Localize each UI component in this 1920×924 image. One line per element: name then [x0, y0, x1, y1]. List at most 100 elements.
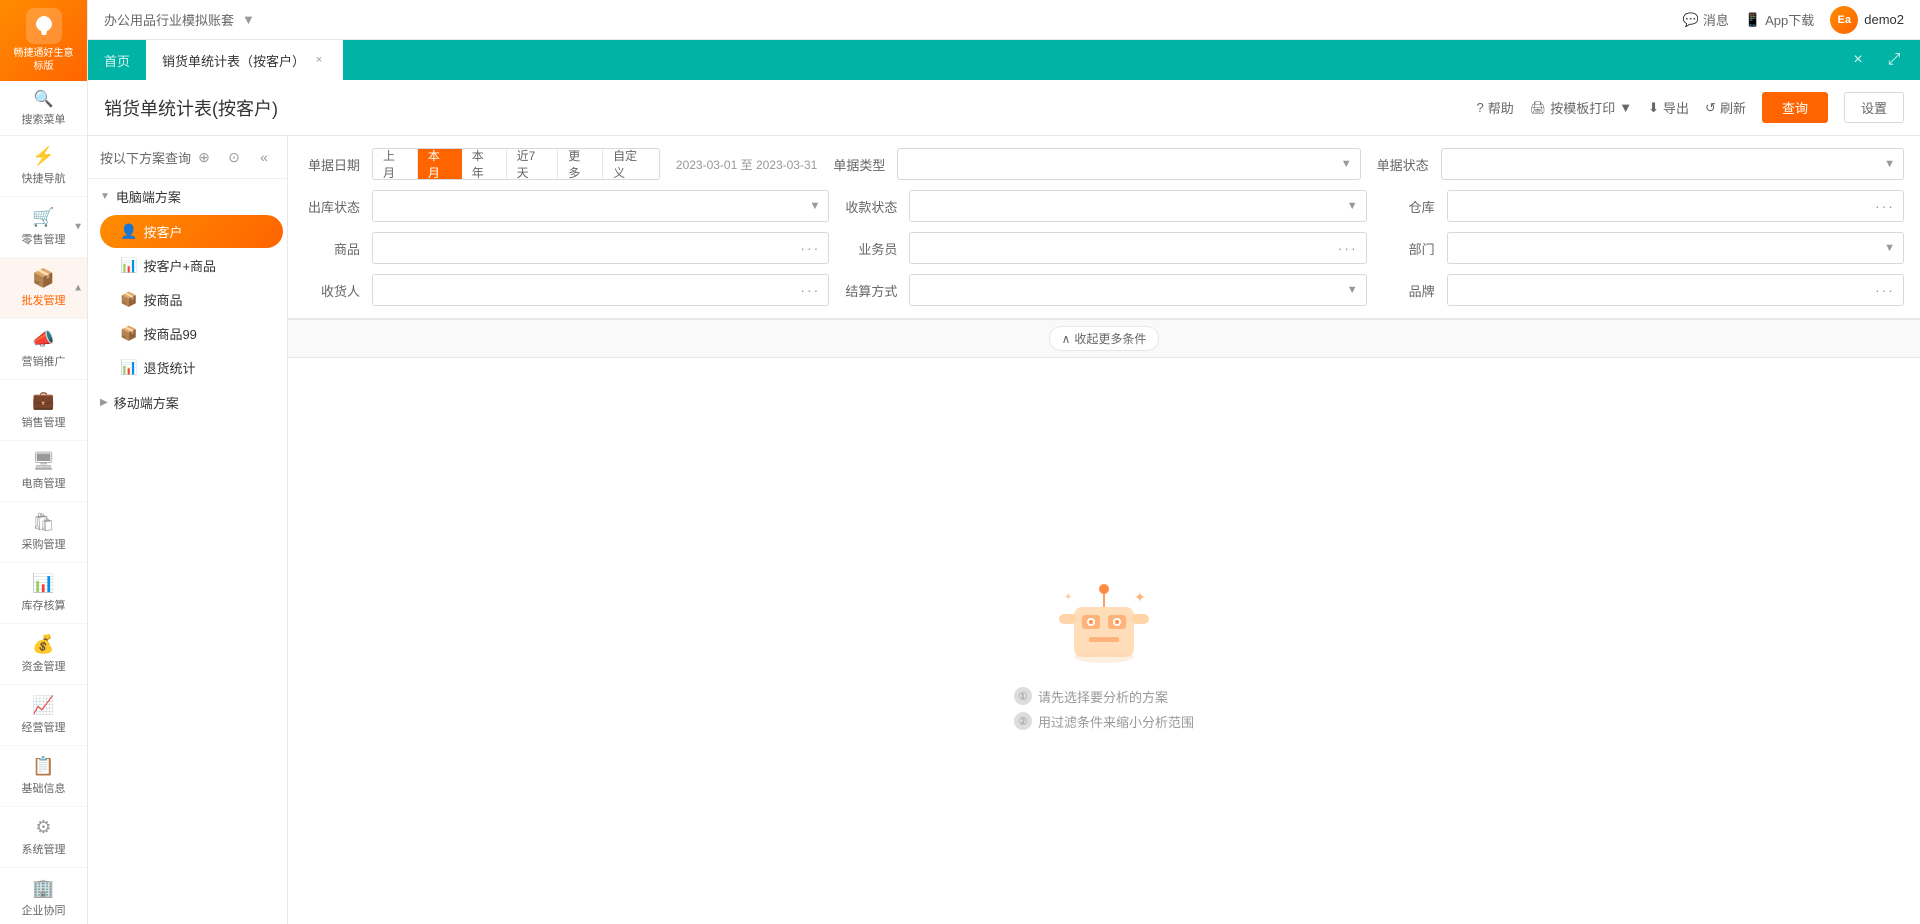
sales-icon: 💼 [32, 390, 54, 411]
date-label: 单据日期 [304, 155, 360, 174]
help-btn[interactable]: ? 帮助 [1476, 98, 1513, 117]
date-thisyear[interactable]: 本年 [462, 149, 507, 179]
messages-btn[interactable]: 💬 消息 [1683, 10, 1729, 29]
logo-text: 畅捷通好生意 [14, 47, 74, 60]
desktop-group-header[interactable]: ▼ 电脑端方案 [88, 179, 287, 214]
export-label: 导出 [1663, 98, 1689, 117]
goods-dots: ··· [800, 240, 820, 256]
print-icon: 🖨 [1530, 100, 1547, 116]
sidebar-item-base[interactable]: 📋 基础信息 [0, 746, 87, 807]
date-filter[interactable]: 上月 本月 本年 近7天 更多 自定义 [372, 148, 660, 180]
receiver-control[interactable]: ··· [372, 274, 829, 306]
goods99-icon: 📦 [120, 325, 137, 342]
sidebar-item-retail[interactable]: 🛒 零售管理 ▼ [0, 197, 87, 258]
setting-btn[interactable]: 设置 [1844, 92, 1904, 123]
panel-collapse-icon: « [260, 149, 268, 165]
order-type-control[interactable]: ▼ [897, 148, 1360, 180]
retail-arrow: ▼ [73, 222, 83, 233]
right-content: 单据日期 上月 本月 本年 近7天 更多 自定义 2023-03-01 至 20… [288, 136, 1920, 924]
help-icon: ? [1476, 100, 1483, 115]
svg-text:✦: ✦ [1134, 589, 1146, 605]
base-icon: 📋 [32, 756, 54, 777]
order-type-label: 单据类型 [829, 155, 885, 174]
print-arrow: ▼ [1619, 100, 1632, 115]
sidebar-item-quicknav[interactable]: ⚡ 快捷导航 [0, 136, 87, 197]
date-custom[interactable]: 自定义 [603, 149, 659, 179]
sidebar-item-ecommerce[interactable]: 🖥 电商管理 [0, 441, 87, 502]
tree-item-goods[interactable]: 📦 按商品 [100, 283, 283, 316]
page-header: 销货单统计表(按客户) ? 帮助 🖨 按模板打印 ▼ ⬇ 导出 [88, 80, 1920, 136]
tab-expand-btn[interactable]: ⤢ [1880, 46, 1908, 74]
brand-control[interactable]: ··· [1447, 274, 1904, 306]
user-area[interactable]: Ea demo2 [1830, 6, 1904, 34]
tab-bar: 首页 销货单统计表（按客户） × × ⤢ [88, 40, 1920, 80]
tree-item-returns[interactable]: 📊 退货统计 [100, 351, 283, 384]
settlement-control[interactable]: ▼ [909, 274, 1366, 306]
goods99-label: 按商品99 [143, 324, 196, 343]
goods-filter-label: 商品 [304, 239, 360, 258]
stock-dropdown-arrow: ▼ [809, 200, 820, 212]
returns-icon: 📊 [120, 359, 137, 376]
sidebar-item-management[interactable]: 📈 经营管理 [0, 685, 87, 746]
refresh-label: 刷新 [1720, 98, 1746, 117]
print-btn[interactable]: 🖨 按模板打印 ▼ [1530, 98, 1632, 117]
sidebar-item-enterprise[interactable]: 🏢 企业协同 [0, 868, 87, 924]
collapse-row[interactable]: ∧ 收起更多条件 [288, 319, 1920, 358]
department-label: 部门 [1379, 239, 1435, 258]
header-right: 💬 消息 📱 App下载 Ea demo2 [1683, 6, 1904, 34]
collapse-btn[interactable]: ∧ 收起更多条件 [1049, 326, 1160, 351]
tab-close-all-btn[interactable]: × [1844, 46, 1872, 74]
sidebar-item-wholesale[interactable]: 📦 批发管理 ▲ [0, 258, 87, 319]
home-tab-label: 首页 [104, 51, 130, 70]
tip-text-2: 用过滤条件来缩小分析范围 [1038, 712, 1194, 731]
customer-goods-label: 按客户+商品 [143, 256, 216, 275]
sidebar-item-marketing[interactable]: 📣 营销推广 [0, 319, 87, 380]
mobile-group-header[interactable]: ▶ 移动端方案 [88, 385, 287, 420]
department-control[interactable]: ▼ [1447, 232, 1904, 264]
sidebar-item-sales[interactable]: 💼 销售管理 [0, 380, 87, 441]
collapse-chevron: ∧ [1062, 332, 1071, 346]
system-icon: ⚙ [35, 817, 51, 838]
date-more[interactable]: 更多 [558, 149, 603, 179]
tab-active[interactable]: 销货单统计表（按客户） × [146, 40, 343, 80]
warehouse-control[interactable]: ··· [1447, 190, 1904, 222]
export-btn[interactable]: ⬇ 导出 [1648, 98, 1689, 117]
filter-area: 单据日期 上月 本月 本年 近7天 更多 自定义 2023-03-01 至 20… [288, 136, 1920, 319]
sidebar-item-system[interactable]: ⚙ 系统管理 [0, 807, 87, 868]
date-lastmonth[interactable]: 上月 [373, 149, 418, 179]
sidebar-item-finance[interactable]: 💰 资金管理 [0, 624, 87, 685]
sidebar-item-inventory[interactable]: 📊 库存核算 [0, 563, 87, 624]
payment-status-control[interactable]: ▼ [909, 190, 1366, 222]
panel-icons: ⊕ ⊙ « [193, 146, 275, 168]
sidebar: 畅捷通好生意 标版 🔍 搜索菜单 ⚡ 快捷导航 🛒 零售管理 ▼ 📦 批发管理 … [0, 0, 88, 924]
search-icon: 🔍 [34, 89, 54, 109]
salesperson-control[interactable]: ··· [909, 232, 1366, 264]
tab-home[interactable]: 首页 [88, 40, 146, 80]
refresh-btn[interactable]: ↺ 刷新 [1705, 98, 1746, 117]
sidebar-search[interactable]: 🔍 搜索菜单 [0, 81, 87, 136]
goods-control[interactable]: ··· [372, 232, 829, 264]
brand-label: 品牌 [1379, 281, 1435, 300]
panel-add-btn[interactable]: ⊕ [193, 146, 215, 168]
query-btn[interactable]: 查询 [1762, 92, 1828, 123]
date-7days[interactable]: 近7天 [507, 149, 559, 179]
sidebar-item-purchase[interactable]: 🛍 采购管理 [0, 502, 87, 563]
tab-close-btn[interactable]: × [311, 52, 327, 68]
tree-children: 👤 按客户 📊 按客户+商品 📦 按商品 📦 [88, 215, 287, 384]
username: demo2 [1864, 12, 1904, 27]
app-download-btn[interactable]: 📱 App下载 [1745, 10, 1814, 29]
logo-area[interactable]: 畅捷通好生意 标版 [0, 0, 87, 81]
tree-item-customer[interactable]: 👤 按客户 [100, 215, 283, 248]
date-thismonth[interactable]: 本月 [418, 149, 462, 179]
order-status-control[interactable]: ▼ [1441, 148, 1904, 180]
stock-status-control[interactable]: ▼ [372, 190, 829, 222]
empty-tips: ① 请先选择要分析的方案 ② 用过滤条件来缩小分析范围 [1014, 687, 1194, 731]
panel-collapse-btn[interactable]: « [253, 146, 275, 168]
panel-settings-btn[interactable]: ⊙ [223, 146, 245, 168]
tree-item-goods99[interactable]: 📦 按商品99 [100, 317, 283, 350]
filter-row-1: 单据日期 上月 本月 本年 近7天 更多 自定义 2023-03-01 至 20… [304, 148, 1904, 180]
purchase-icon: 🛍 [32, 512, 55, 533]
header-left: 办公用品行业模拟账套 ▼ [104, 10, 255, 29]
customer-goods-icon: 📊 [120, 257, 137, 274]
tree-item-customer-goods[interactable]: 📊 按客户+商品 [100, 249, 283, 282]
